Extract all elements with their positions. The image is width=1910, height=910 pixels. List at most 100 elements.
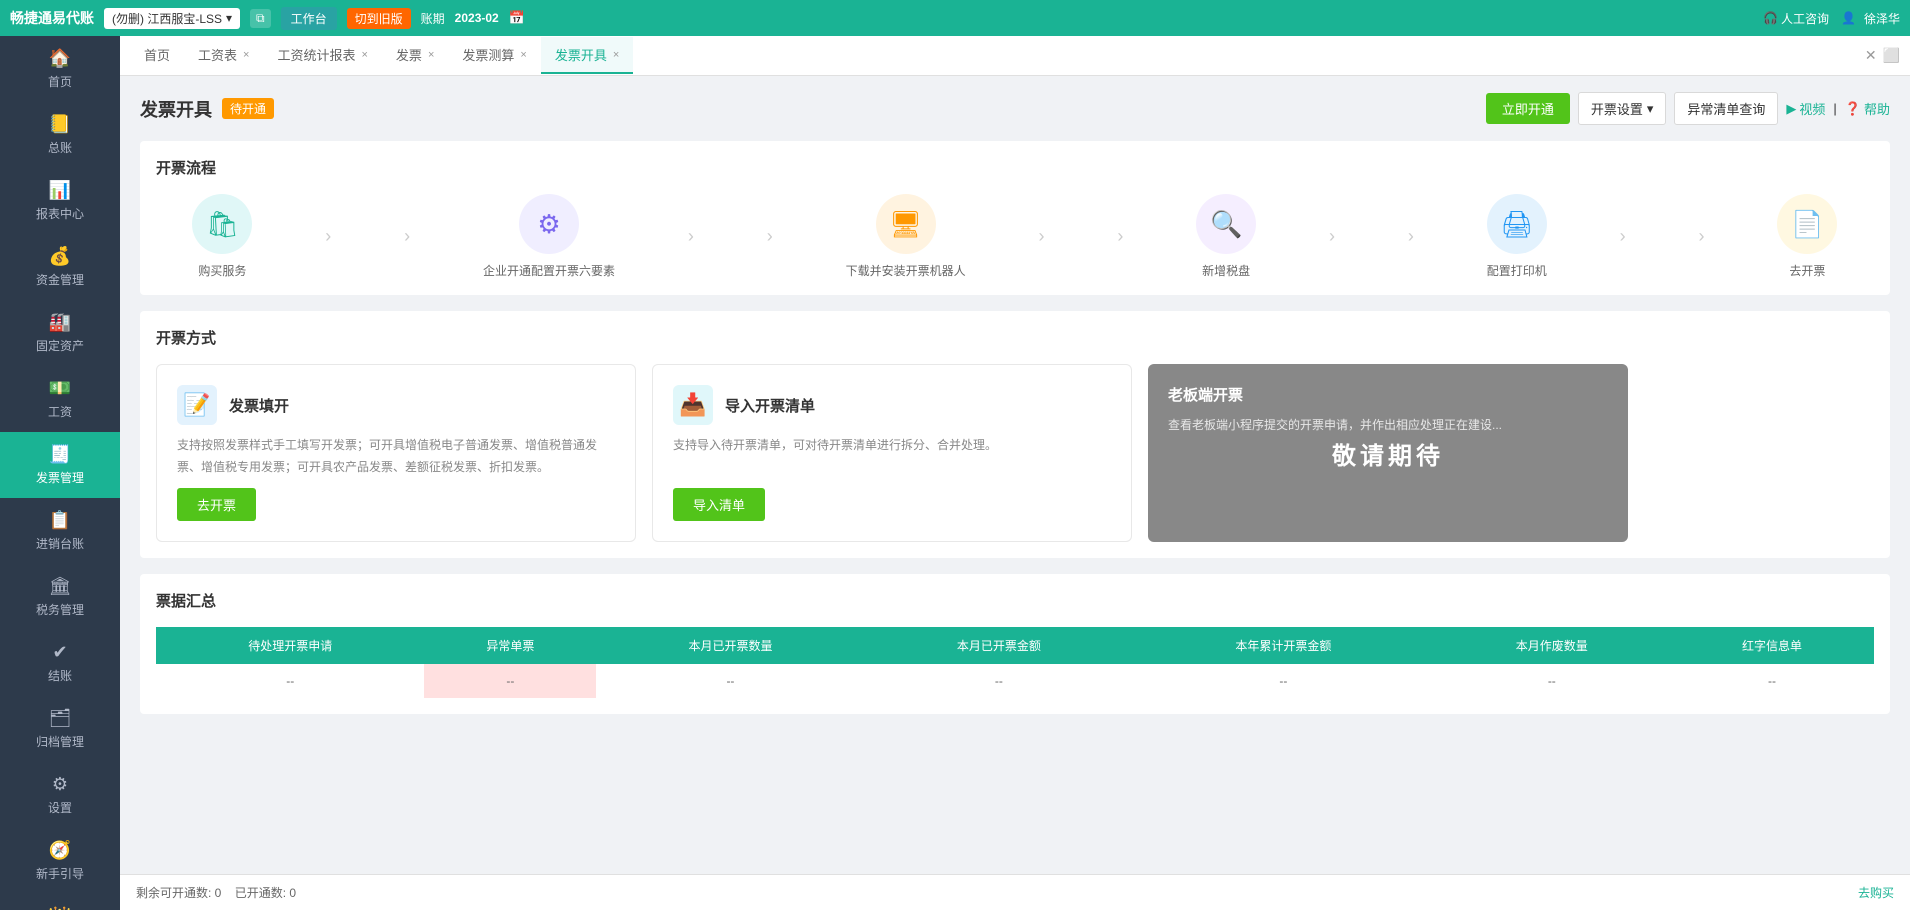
tax-icon: 🏛 <box>49 576 72 597</box>
user-avatar-icon: 👤 <box>1841 11 1856 25</box>
sidebar-item-label-ledger: 总账 <box>48 139 72 156</box>
open-now-button[interactable]: 立即开通 <box>1486 93 1570 124</box>
abnormal-query-button[interactable]: 异常清单查询 <box>1674 92 1778 125</box>
flow-step-printer[interactable]: 🖨 配置打印机 <box>1487 194 1547 279</box>
tab-close-payroll-report[interactable]: × <box>361 49 367 61</box>
invoice-icon: 📄 <box>1777 194 1837 254</box>
cell-abnormal: -- <box>424 664 596 698</box>
col-header-void-qty: 本月作废数量 <box>1434 627 1670 664</box>
help-label: 帮助 <box>1864 99 1890 118</box>
switch-old-version-button[interactable]: 切到旧版 <box>347 8 411 29</box>
main-layout: 🏠首页 📒 总账 📊报表中心💰资金管理🏭固定资产💵工资🧾发票管理📋进销台账🏛税务管理✔… <box>0 36 1910 910</box>
sidebar-item-settings[interactable]: ⚙设置 <box>0 762 120 828</box>
tab-payroll-report[interactable]: 工资统计报表× <box>263 37 381 74</box>
buy-icon: 🛍 <box>192 194 252 254</box>
col-header-abnormal: 异常单票 <box>424 627 596 664</box>
arrow-5: › <box>1620 226 1626 247</box>
download-label: 下载并安装开票机器人 <box>846 262 966 279</box>
arrow-3b: › <box>1117 226 1123 247</box>
tab-label-invoice-list: 发票 <box>396 45 422 64</box>
copy-icon[interactable]: ⧉ <box>250 9 271 28</box>
ledger-icon: 📒 <box>49 114 71 135</box>
open-settings-label: 开票设置 <box>1591 99 1643 118</box>
sidebar-item-wages[interactable]: 💵工资 <box>0 366 120 432</box>
tab-close-invoice-tool[interactable]: × <box>613 49 619 61</box>
summary-data-row: -- -- -- -- -- -- -- <box>156 664 1874 698</box>
summary-table: 待处理开票申请 异常单票 本月已开票数量 本月已开票金额 本年累计开票金额 本月… <box>156 627 1874 698</box>
tab-invoice-list[interactable]: 发票 × <box>382 37 448 74</box>
service-label: 人工咨询 <box>1781 10 1829 27</box>
cell-year-amt: -- <box>1133 664 1434 698</box>
method-card-boss: 老板端开票 查看老板端小程序提交的开票申请，并作出相应处理正在建设... 敬请期… <box>1148 364 1628 542</box>
company-name: (勿删) 江西服宝-LSS <box>112 10 222 27</box>
flow-step-setup[interactable]: ⚙ 企业开通配置开票六要素 <box>483 194 615 279</box>
tab-invoice-tool[interactable]: 发票开具× <box>541 37 633 74</box>
col-header-pending: 待处理开票申请 <box>156 627 424 664</box>
status-badge: 待开通 <box>222 98 274 119</box>
user-menu[interactable]: 👤 徐泽华 <box>1841 10 1900 27</box>
arrow-2b: › <box>767 226 773 247</box>
flow-step-download[interactable]: 🖥 下载并安装开票机器人 <box>846 194 966 279</box>
sidebar: 🏠首页 📒 总账 📊报表中心💰资金管理🏭固定资产💵工资🧾发票管理📋进销台账🏛税务管理✔… <box>0 36 120 910</box>
cell-red-info: -- <box>1670 664 1874 698</box>
method-cards: 📝 发票填开 支持按照发票样式手工填写开发票；可开具增值税电子普通发票、增值税普… <box>156 364 1874 542</box>
sidebar-item-ledger[interactable]: 📒 总账 <box>0 102 120 168</box>
flow-step-taxdisk[interactable]: 🔍 新增税盘 <box>1196 194 1256 279</box>
top-bar-left: 畅捷通易代账 (勿删) 江西服宝-LSS ▾ ⧉ 工作台 切到旧版 账期 202… <box>10 7 525 30</box>
tab-close-payroll[interactable]: × <box>243 49 249 61</box>
invoice-label: 去开票 <box>1789 262 1825 279</box>
buy-link[interactable]: 去购买 <box>1858 884 1894 901</box>
close-tab-button[interactable]: ✕ <box>1865 47 1877 64</box>
page-title-row: 发票开具 待开通 <box>140 96 274 122</box>
sidebar-item-label-settlement: 结账 <box>48 667 72 684</box>
goto-invoice-button[interactable]: 去开票 <box>177 488 256 521</box>
card2-title: 导入开票清单 <box>725 395 815 416</box>
workstation-button[interactable]: 工作台 <box>281 7 337 30</box>
arrow-1b: › <box>404 226 410 247</box>
calendar-icon[interactable]: 📅 <box>509 10 525 26</box>
member-icon: 👑 <box>49 906 71 910</box>
tab-invoice-calc[interactable]: 发票测算× <box>448 37 540 74</box>
sidebar-item-label-guide: 新手引导 <box>36 865 84 882</box>
sidebar-item-guide[interactable]: 🧭新手引导 <box>0 828 120 894</box>
sidebar-item-reports[interactable]: 📊报表中心 <box>0 168 120 234</box>
cell-void-qty: -- <box>1434 664 1670 698</box>
help-link[interactable]: ❓ 帮助 <box>1845 99 1890 118</box>
summary-section-title: 票据汇总 <box>156 590 1874 611</box>
sidebar-item-purchase[interactable]: 📋进销台账 <box>0 498 120 564</box>
flow-step-invoice[interactable]: 📄 去开票 <box>1777 194 1837 279</box>
remaining-label: 剩余可开通数: 0 <box>136 886 221 900</box>
service-link[interactable]: 🎧 人工咨询 <box>1763 10 1829 27</box>
top-bar-right: 🎧 人工咨询 👤 徐泽华 <box>1763 10 1900 27</box>
sidebar-item-settlement[interactable]: ✔结账 <box>0 630 120 696</box>
sidebar-item-home[interactable]: 🏠首页 <box>0 36 120 102</box>
method-card-fill: 📝 发票填开 支持按照发票样式手工填写开发票；可开具增值税电子普通发票、增值税普… <box>156 364 636 542</box>
tab-payroll[interactable]: 工资表× <box>184 37 263 74</box>
flow-steps: 🛍 购买服务 › › ⚙ 企业开通配置开票六要素 › › 🖥 下载并安装开票机器… <box>156 194 1874 279</box>
open-settings-button[interactable]: 开票设置 ▾ <box>1578 92 1667 125</box>
content-area: 首页工资表×工资统计报表×发票×发票测算×发票开具×✕⬜ 发票开具 待开通 立即… <box>120 36 1910 910</box>
sidebar-item-assets[interactable]: 🏭固定资产 <box>0 300 120 366</box>
maximize-button[interactable]: ⬜ <box>1883 47 1900 64</box>
card2-header: 📥 导入开票清单 <box>673 385 1111 425</box>
tab-close-invoice-calc[interactable]: × <box>520 49 526 61</box>
tab-close-invoice-list[interactable]: × <box>428 49 434 61</box>
video-link[interactable]: ▶ 视频 <box>1786 99 1825 118</box>
printer-icon: 🖨 <box>1487 194 1547 254</box>
tab-home[interactable]: 首页 <box>130 37 184 74</box>
company-selector[interactable]: (勿删) 江西服宝-LSS ▾ <box>104 8 240 29</box>
cell-month-amt: -- <box>865 664 1133 698</box>
sidebar-item-funds[interactable]: 💰资金管理 <box>0 234 120 300</box>
sidebar-item-invoice[interactable]: 🧾发票管理 <box>0 432 120 498</box>
video-label: 视频 <box>1799 99 1825 118</box>
sidebar-item-tax[interactable]: 🏛税务管理 <box>0 564 120 630</box>
flow-step-buy[interactable]: 🛍 购买服务 <box>192 194 252 279</box>
chevron-down-icon: ▾ <box>1647 101 1654 117</box>
setup-icon: ⚙ <box>519 194 579 254</box>
assets-icon: 🏭 <box>49 312 71 333</box>
sidebar-item-member[interactable]: 👑畅会员 <box>0 894 120 910</box>
cell-month-qty: -- <box>596 664 864 698</box>
flow-section-title: 开票流程 <box>156 157 1874 178</box>
import-list-button[interactable]: 导入清单 <box>673 488 765 521</box>
sidebar-item-archive[interactable]: 🗂归档管理 <box>0 696 120 762</box>
